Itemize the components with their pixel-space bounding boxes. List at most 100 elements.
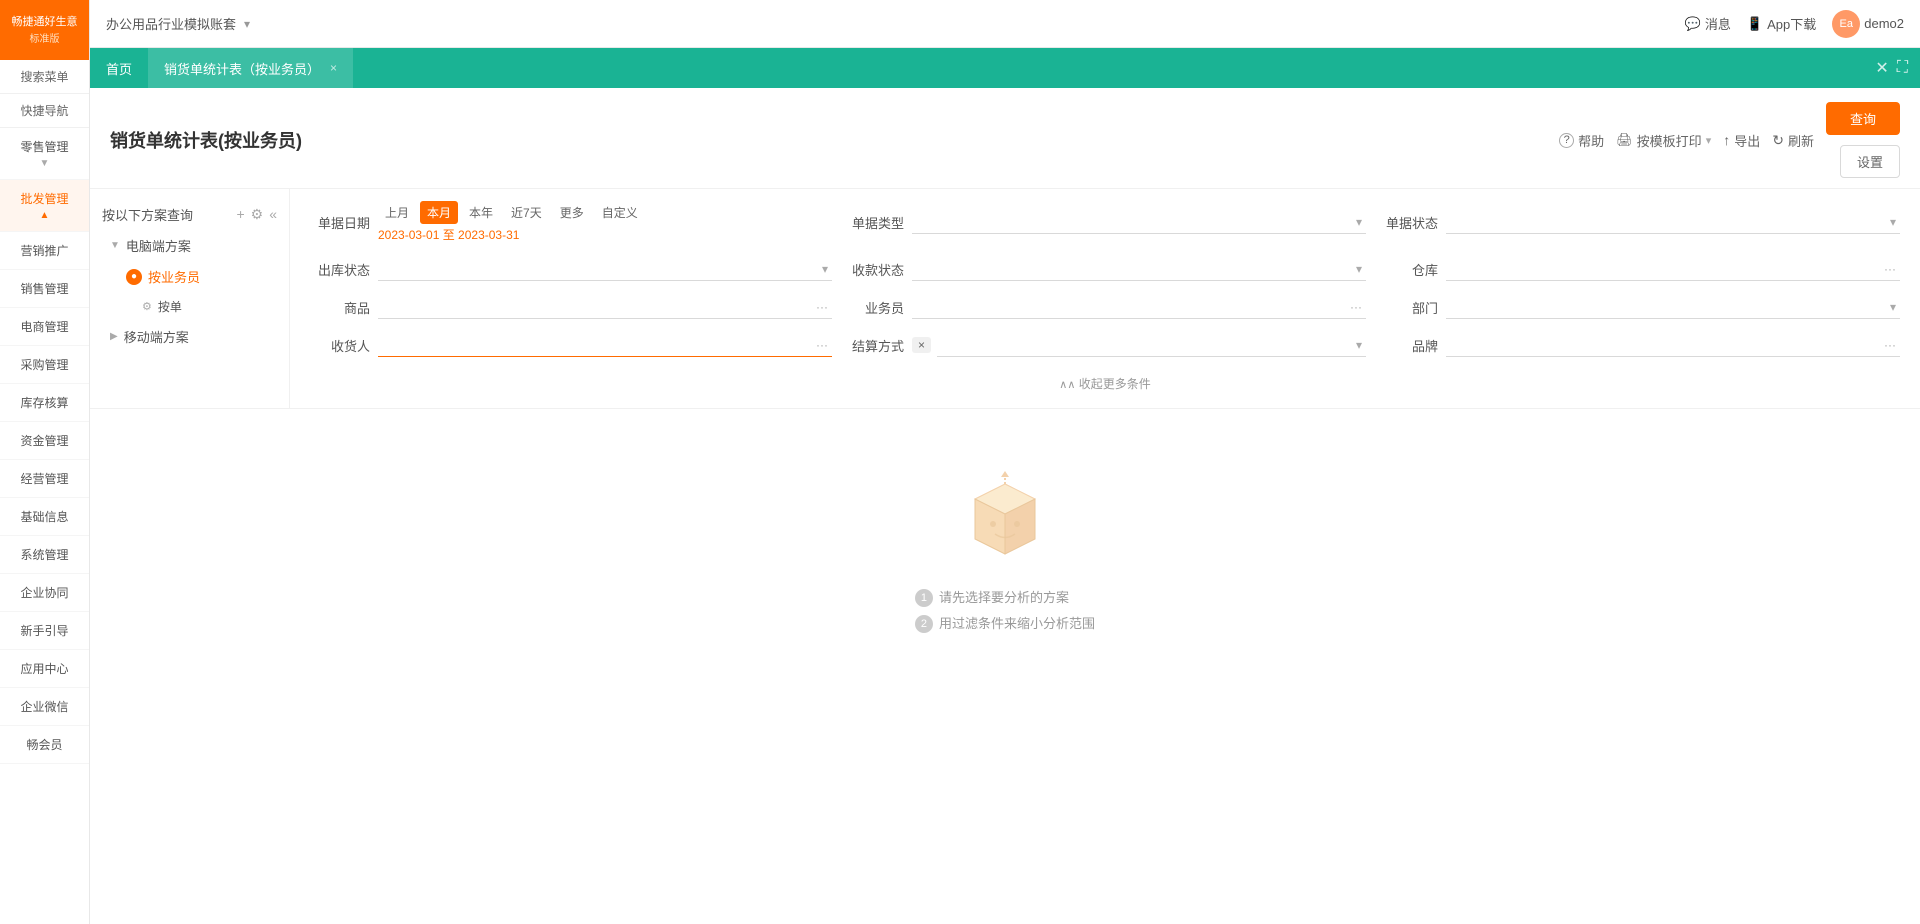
sidebar-item-appcenter[interactable]: 应用中心 bbox=[0, 650, 89, 688]
maximize-icon[interactable]: ⛶ bbox=[1897, 59, 1908, 77]
sidebar-item-ecommerce[interactable]: 电商管理 bbox=[0, 308, 89, 346]
sidebar-item-operation[interactable]: 经营管理 bbox=[0, 460, 89, 498]
active-plan-item[interactable]: ● 按业务员 bbox=[90, 261, 289, 292]
sidebar-item-label: 经营管理 bbox=[5, 470, 84, 487]
date-label: 单据日期 bbox=[310, 213, 370, 232]
edit-plan-icon[interactable]: ⚙ bbox=[251, 206, 264, 223]
help-button[interactable]: ? 帮助 bbox=[1559, 131, 1604, 150]
out-status-select[interactable] bbox=[378, 257, 832, 281]
dept-select[interactable] bbox=[1446, 295, 1900, 319]
sidebar-item-wechat[interactable]: 企业微信 bbox=[0, 688, 89, 726]
payment-method-select[interactable] bbox=[937, 333, 1366, 357]
page-inner: 销货单统计表(按业务员) ? 帮助 🖨 按模板打印 ▾ ↑ 导出 bbox=[90, 88, 1920, 924]
warehouse-dots[interactable]: ··· bbox=[1884, 262, 1896, 276]
warehouse-control[interactable]: ··· bbox=[1446, 257, 1900, 281]
filter-form: 单据日期 上月 本月 本年 近7天 更多 自定义 bbox=[290, 189, 1920, 408]
filter-row-3: 商品 ··· 业务员 ··· bbox=[310, 295, 1900, 319]
dept-control[interactable]: ▾ bbox=[1446, 295, 1900, 319]
user-menu[interactable]: Ea demo2 bbox=[1832, 10, 1904, 38]
date-btn-last-month[interactable]: 上月 bbox=[378, 201, 416, 224]
mobile-plan-section[interactable]: ▶ 移动端方案 bbox=[90, 321, 289, 352]
payment-clear-x[interactable]: × bbox=[918, 338, 925, 352]
date-btn-more[interactable]: 更多 bbox=[553, 201, 591, 224]
doc-type-control[interactable]: ▾ bbox=[912, 210, 1366, 234]
desktop-plan-section[interactable]: ▼ 电脑端方案 bbox=[90, 230, 289, 261]
doc-status-select[interactable] bbox=[1446, 210, 1900, 234]
message-label: 消息 bbox=[1705, 14, 1731, 33]
staff-dots[interactable]: ··· bbox=[1350, 300, 1362, 314]
brand-dots[interactable]: ··· bbox=[1884, 338, 1896, 352]
recipient-control[interactable]: ··· bbox=[378, 333, 832, 357]
date-range-buttons: 上月 本月 本年 近7天 更多 自定义 bbox=[378, 201, 832, 224]
date-btn-this-month[interactable]: 本月 bbox=[420, 201, 458, 224]
sidebar-item-shortcut[interactable]: 快捷导航 bbox=[0, 94, 89, 128]
staff-label: 业务员 bbox=[844, 298, 904, 317]
sidebar-item-sales[interactable]: 销售管理 bbox=[0, 270, 89, 308]
tabbar-right: ✕ ⛶ bbox=[1875, 58, 1920, 78]
tab-home[interactable]: 首页 bbox=[90, 48, 148, 88]
sidebar-item-member[interactable]: 畅会员 bbox=[0, 726, 89, 764]
brand-control[interactable]: ··· bbox=[1446, 333, 1900, 357]
out-status-control[interactable]: ▾ bbox=[378, 257, 832, 281]
message-button[interactable]: 💬 消息 bbox=[1685, 14, 1731, 33]
sidebar-item-retail[interactable]: 零售管理 ▼ bbox=[0, 128, 89, 180]
sidebar-item-collab[interactable]: 企业协同 bbox=[0, 574, 89, 612]
staff-field: 业务员 ··· bbox=[844, 295, 1366, 319]
staff-input[interactable] bbox=[912, 295, 1366, 319]
date-btn-this-year[interactable]: 本年 bbox=[462, 201, 500, 224]
doc-status-control[interactable]: ▾ bbox=[1446, 210, 1900, 234]
product-name: 办公用品行业模拟账套 bbox=[106, 14, 236, 33]
collapse-row[interactable]: ∧∧ 收起更多条件 bbox=[310, 371, 1900, 396]
empty-tip-row-2: 2 用过滤条件来缩小分析范围 bbox=[915, 611, 1095, 637]
sidebar-item-label: 新手引导 bbox=[5, 622, 84, 639]
export-button[interactable]: ↑ 导出 bbox=[1723, 131, 1760, 150]
sidebar-item-inventory[interactable]: 库存核算 bbox=[0, 384, 89, 422]
sidebar-item-newbie[interactable]: 新手引导 bbox=[0, 612, 89, 650]
warehouse-input[interactable] bbox=[1446, 257, 1900, 281]
sub-plan-item[interactable]: ⚙ 按单 bbox=[90, 292, 289, 321]
template-print-button[interactable]: 🖨 按模板打印 ▾ bbox=[1616, 131, 1711, 150]
sidebar-item-label: 资金管理 bbox=[5, 432, 84, 449]
recipient-dots[interactable]: ··· bbox=[816, 338, 828, 352]
sidebar-item-search[interactable]: 搜索菜单 bbox=[0, 60, 89, 94]
collapse-label: 收起更多条件 bbox=[1079, 377, 1151, 391]
close-window-icon[interactable]: ✕ bbox=[1875, 58, 1888, 78]
staff-control[interactable]: ··· bbox=[912, 295, 1366, 319]
goods-dots[interactable]: ··· bbox=[816, 300, 828, 314]
sidebar-item-purchase[interactable]: 采购管理 bbox=[0, 346, 89, 384]
receipt-status-control[interactable]: ▾ bbox=[912, 257, 1366, 281]
add-plan-icon[interactable]: + bbox=[236, 206, 244, 223]
filter-area: 按以下方案查询 + ⚙ « ▼ 电脑端方案 ● 按业务员 bbox=[90, 189, 1920, 408]
sidebar-nav: 零售管理 ▼ 批发管理 ▲ 营销推广 销售管理 电商管理 采购管理 库存核算 资… bbox=[0, 128, 89, 924]
brand-input[interactable] bbox=[1446, 333, 1900, 357]
refresh-icon: ↻ bbox=[1772, 132, 1784, 149]
goods-input[interactable] bbox=[378, 295, 832, 319]
query-button[interactable]: 查询 bbox=[1826, 102, 1900, 135]
receipt-status-select[interactable] bbox=[912, 257, 1366, 281]
sidebar-item-system[interactable]: 系统管理 bbox=[0, 536, 89, 574]
tab-close-icon[interactable]: × bbox=[330, 61, 337, 75]
recipient-input[interactable] bbox=[378, 333, 832, 357]
payment-method-control: × ▾ bbox=[912, 333, 1366, 357]
template-print-label: 按模板打印 bbox=[1637, 131, 1702, 150]
date-btn-7days[interactable]: 近7天 bbox=[504, 201, 549, 224]
refresh-button[interactable]: ↻ 刷新 bbox=[1772, 131, 1814, 150]
active-plan-label: 按业务员 bbox=[148, 267, 200, 286]
sidebar-item-wholesale[interactable]: 批发管理 ▲ bbox=[0, 180, 89, 232]
app-download-button[interactable]: 📱 App下载 bbox=[1747, 14, 1816, 33]
sidebar-item-marketing[interactable]: 营销推广 bbox=[0, 232, 89, 270]
collapse-up-icon: ∧∧ bbox=[1059, 379, 1075, 391]
settings-button[interactable]: 设置 bbox=[1840, 145, 1900, 178]
doc-type-select[interactable] bbox=[912, 210, 1366, 234]
dept-label: 部门 bbox=[1378, 298, 1438, 317]
username: demo2 bbox=[1864, 16, 1904, 31]
tab-sales-report[interactable]: 销货单统计表（按业务员） × bbox=[148, 48, 353, 88]
sidebar-item-basics[interactable]: 基础信息 bbox=[0, 498, 89, 536]
date-btn-custom[interactable]: 自定义 bbox=[595, 201, 645, 224]
sidebar-item-label: 库存核算 bbox=[5, 394, 84, 411]
sidebar-item-finance[interactable]: 资金管理 bbox=[0, 422, 89, 460]
product-dropdown-icon[interactable]: ▾ bbox=[244, 17, 250, 31]
sidebar-item-label: 企业协同 bbox=[5, 584, 84, 601]
goods-control[interactable]: ··· bbox=[378, 295, 832, 319]
collapse-sidebar-icon[interactable]: « bbox=[269, 206, 277, 223]
